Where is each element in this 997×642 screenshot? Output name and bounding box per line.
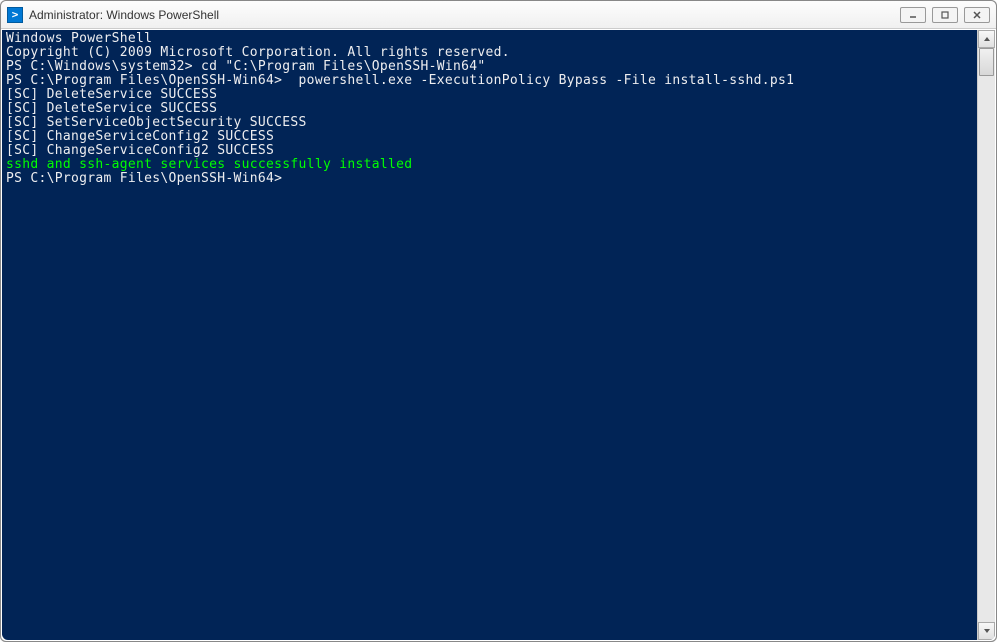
powershell-window: Administrator: Windows PowerShell Window… — [0, 0, 997, 642]
terminal-line: Windows PowerShell — [6, 32, 973, 46]
chevron-up-icon — [983, 35, 991, 43]
powershell-icon — [7, 7, 23, 23]
close-icon — [972, 10, 982, 20]
maximize-icon — [940, 10, 950, 20]
maximize-button[interactable] — [932, 7, 958, 23]
minimize-button[interactable] — [900, 7, 926, 23]
minimize-icon — [908, 10, 918, 20]
window-controls — [900, 7, 990, 23]
titlebar[interactable]: Administrator: Windows PowerShell — [1, 1, 996, 29]
terminal-line: [SC] DeleteService SUCCESS — [6, 88, 973, 102]
scrollbar[interactable] — [977, 30, 995, 640]
scroll-thumb[interactable] — [979, 48, 994, 76]
terminal-content[interactable]: Windows PowerShellCopyright (C) 2009 Mic… — [2, 30, 977, 640]
terminal-line: [SC] ChangeServiceConfig2 SUCCESS — [6, 144, 973, 158]
terminal-line: Copyright (C) 2009 Microsoft Corporation… — [6, 46, 973, 60]
terminal-line: sshd and ssh-agent services successfully… — [6, 158, 973, 172]
scroll-track[interactable] — [978, 48, 995, 622]
terminal-line: PS C:\Program Files\OpenSSH-Win64> power… — [6, 74, 973, 88]
terminal-line: [SC] SetServiceObjectSecurity SUCCESS — [6, 116, 973, 130]
window-title: Administrator: Windows PowerShell — [29, 8, 900, 22]
terminal-area[interactable]: Windows PowerShellCopyright (C) 2009 Mic… — [2, 30, 995, 640]
terminal-line: [SC] DeleteService SUCCESS — [6, 102, 973, 116]
terminal-line: PS C:\Program Files\OpenSSH-Win64> — [6, 172, 973, 186]
chevron-down-icon — [983, 627, 991, 635]
terminal-line: [SC] ChangeServiceConfig2 SUCCESS — [6, 130, 973, 144]
terminal-line: PS C:\Windows\system32> cd "C:\Program F… — [6, 60, 973, 74]
scroll-down-button[interactable] — [978, 622, 995, 640]
close-button[interactable] — [964, 7, 990, 23]
scroll-up-button[interactable] — [978, 30, 995, 48]
